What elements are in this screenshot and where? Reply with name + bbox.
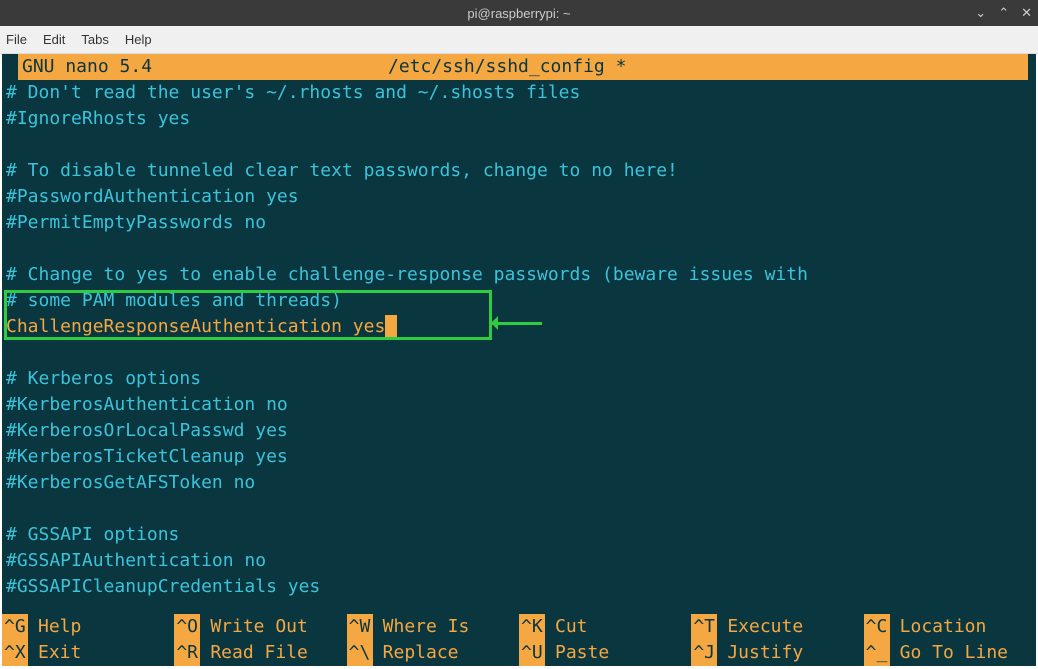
- text-cursor: [385, 315, 397, 337]
- shortcut-location: ^CLocation: [864, 614, 1036, 640]
- minimize-icon[interactable]: ⌄: [975, 5, 986, 21]
- editor-line: #KerberosOrLocalPasswd yes: [6, 418, 1032, 444]
- nano-header: GNU nano 5.4 /etc/ssh/sshd_config *: [18, 54, 1028, 80]
- terminal[interactable]: GNU nano 5.4 /etc/ssh/sshd_config * # Do…: [2, 54, 1036, 666]
- editor-line: #KerberosGetAFSToken no: [6, 470, 1032, 496]
- editor-line: # Don't read the user's ~/.rhosts and ~/…: [6, 80, 1032, 106]
- menu-help[interactable]: Help: [125, 32, 152, 47]
- menu-tabs[interactable]: Tabs: [81, 32, 108, 47]
- editor-line: # To disable tunneled clear text passwor…: [6, 158, 1032, 184]
- editor-line: # Change to yes to enable challenge-resp…: [6, 262, 1032, 288]
- shortcut-readfile: ^RRead File: [174, 640, 346, 666]
- highlighted-line: ChallengeResponseAuthentication yes: [6, 314, 1032, 340]
- close-icon[interactable]: ✕: [1021, 5, 1032, 21]
- shortcut-row: ^XExit ^RRead File ^\Replace ^UPaste ^JJ…: [2, 640, 1036, 666]
- window-title: pi@raspberrypi: ~: [467, 6, 570, 21]
- shortcut-paste: ^UPaste: [519, 640, 691, 666]
- menubar: File Edit Tabs Help: [0, 26, 1038, 54]
- editor-line: #KerberosTicketCleanup yes: [6, 444, 1032, 470]
- shortcut-whereis: ^WWhere Is: [347, 614, 519, 640]
- window-controls: ⌄ ⌃ ✕: [975, 5, 1032, 21]
- shortcuts-bar: ^GHelp ^OWrite Out ^WWhere Is ^KCut ^TEx…: [2, 614, 1036, 666]
- editor-line: # GSSAPI options: [6, 522, 1032, 548]
- menu-file[interactable]: File: [6, 32, 27, 47]
- editor-content[interactable]: # Don't read the user's ~/.rhosts and ~/…: [2, 80, 1036, 626]
- shortcut-justify: ^JJustify: [691, 640, 863, 666]
- editor-line: #PasswordAuthentication yes: [6, 184, 1032, 210]
- shortcut-row: ^GHelp ^OWrite Out ^WWhere Is ^KCut ^TEx…: [2, 614, 1036, 640]
- shortcut-replace: ^\Replace: [347, 640, 519, 666]
- nano-version: GNU nano 5.4: [18, 54, 388, 80]
- editor-line: #PermitEmptyPasswords no: [6, 210, 1032, 236]
- shortcut-cut: ^KCut: [519, 614, 691, 640]
- editor-line: [6, 340, 1032, 366]
- shortcut-execute: ^TExecute: [691, 614, 863, 640]
- editor-line: #GSSAPICleanupCredentials yes: [6, 574, 1032, 600]
- shortcut-exit: ^XExit: [2, 640, 174, 666]
- editor-line: #GSSAPIAuthentication no: [6, 548, 1032, 574]
- editor-line: [6, 132, 1032, 158]
- editor-line: [6, 236, 1032, 262]
- maximize-icon[interactable]: ⌃: [998, 5, 1009, 21]
- shortcut-gotoline: ^_Go To Line: [864, 640, 1036, 666]
- editor-line: # Kerberos options: [6, 366, 1032, 392]
- editor-line: [6, 496, 1032, 522]
- titlebar: pi@raspberrypi: ~ ⌄ ⌃ ✕: [0, 0, 1038, 26]
- editor-line: # some PAM modules and threads): [6, 288, 1032, 314]
- editor-line: #IgnoreRhosts yes: [6, 106, 1032, 132]
- shortcut-help: ^GHelp: [2, 614, 174, 640]
- editor-line: #KerberosAuthentication no: [6, 392, 1032, 418]
- shortcut-writeout: ^OWrite Out: [174, 614, 346, 640]
- menu-edit[interactable]: Edit: [43, 32, 65, 47]
- annotation-arrow: [492, 322, 542, 325]
- nano-filename: /etc/ssh/sshd_config *: [388, 54, 626, 80]
- editor-line-highlighted: ChallengeResponseAuthentication yes: [6, 316, 385, 337]
